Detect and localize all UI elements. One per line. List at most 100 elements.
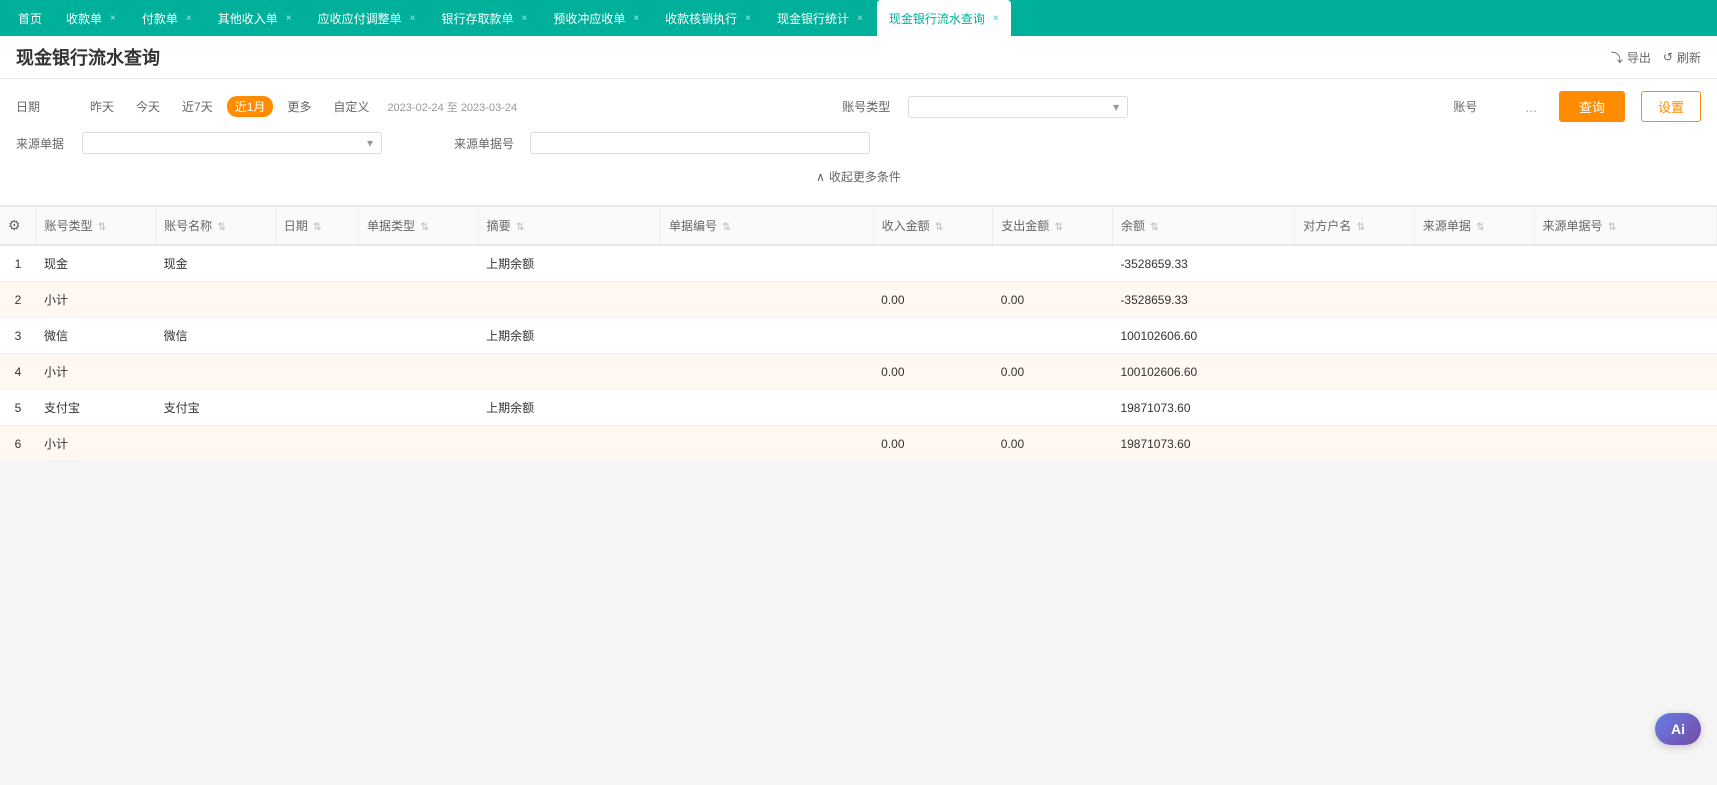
date-opt-today[interactable]: 今天 bbox=[128, 96, 168, 117]
sort-icon-11: ⇅ bbox=[1476, 222, 1484, 233]
cell-counterpart bbox=[1295, 354, 1415, 390]
cell-counterpart bbox=[1295, 390, 1415, 426]
source-doc-no-input[interactable] bbox=[530, 132, 870, 154]
th-expense[interactable]: 支出金额 ⇅ bbox=[993, 207, 1113, 246]
cell-expense bbox=[993, 318, 1113, 354]
cell-doc-type bbox=[358, 245, 478, 282]
nav-tab-1[interactable]: 付款单 × bbox=[130, 0, 204, 36]
cell-account-name bbox=[156, 282, 276, 318]
cell-source-doc-no bbox=[1534, 282, 1716, 318]
cell-source-doc-no bbox=[1534, 318, 1716, 354]
page-title: 现金银行流水查询 bbox=[16, 44, 160, 70]
date-opt-yesterday[interactable]: 昨天 bbox=[82, 96, 122, 117]
th-date[interactable]: 日期 ⇅ bbox=[275, 207, 358, 246]
nav-home[interactable]: 首页 bbox=[8, 0, 52, 36]
cell-account-name: 现金 bbox=[156, 245, 276, 282]
cell-counterpart bbox=[1295, 426, 1415, 462]
close-icon-6[interactable]: × bbox=[745, 13, 751, 24]
ai-badge[interactable]: Ai bbox=[1655, 713, 1701, 745]
account-dots[interactable]: ... bbox=[1519, 97, 1543, 117]
th-summary[interactable]: 摘要 ⇅ bbox=[478, 207, 660, 246]
close-icon-1[interactable]: × bbox=[186, 13, 192, 24]
nav-tab-3[interactable]: 应收应付调整单 × bbox=[306, 0, 428, 36]
query-button[interactable]: 查询 bbox=[1559, 91, 1625, 122]
cell-counterpart bbox=[1295, 245, 1415, 282]
th-balance[interactable]: 余额 ⇅ bbox=[1112, 207, 1294, 246]
cell-account-type: 小计 bbox=[36, 426, 156, 462]
refresh-button[interactable]: ↺ 刷新 bbox=[1663, 49, 1701, 66]
account-type-select[interactable]: ▾ bbox=[908, 96, 1128, 118]
source-doc-label: 来源单据 bbox=[16, 135, 66, 152]
cell-account-type: 小计 bbox=[36, 282, 156, 318]
cell-doc-no bbox=[660, 318, 873, 354]
th-account-type[interactable]: 账号类型 ⇅ bbox=[36, 207, 156, 246]
cell-doc-no bbox=[660, 390, 873, 426]
sort-icon-1: ⇅ bbox=[98, 222, 106, 233]
close-icon-8[interactable]: × bbox=[993, 13, 999, 24]
cell-source-doc bbox=[1414, 426, 1534, 462]
cell-source-doc-no bbox=[1534, 354, 1716, 390]
cell-counterpart bbox=[1295, 282, 1415, 318]
nav-tab-8[interactable]: 现金银行流水查询 × bbox=[877, 0, 1011, 36]
sort-icon-10: ⇅ bbox=[1357, 222, 1365, 233]
th-income[interactable]: 收入金额 ⇅ bbox=[873, 207, 993, 246]
date-opt-1month[interactable]: 近1月 bbox=[227, 96, 274, 117]
cell-income: 0.00 bbox=[873, 354, 993, 390]
th-account-name[interactable]: 账号名称 ⇅ bbox=[156, 207, 276, 246]
close-icon-7[interactable]: × bbox=[857, 13, 863, 24]
th-doc-no[interactable]: 单据编号 ⇅ bbox=[660, 207, 873, 246]
cell-account-name bbox=[156, 426, 276, 462]
th-gear[interactable]: ⚙ bbox=[0, 207, 36, 246]
th-source-doc[interactable]: 来源单据 ⇅ bbox=[1414, 207, 1534, 246]
nav-tab-5[interactable]: 预收冲应收单 × bbox=[541, 0, 651, 36]
settings-button[interactable]: 设置 bbox=[1641, 91, 1701, 122]
date-label: 日期 bbox=[16, 98, 66, 115]
cell-summary bbox=[478, 426, 660, 462]
date-opt-7days[interactable]: 近7天 bbox=[174, 96, 221, 117]
export-button[interactable]: ⤵ 导出 bbox=[1611, 49, 1651, 66]
table-body: 1现金现金上期余额-3528659.332小计0.000.00-3528659.… bbox=[0, 245, 1717, 462]
source-doc-select[interactable]: ▾ bbox=[82, 132, 382, 154]
close-icon-3[interactable]: × bbox=[410, 13, 416, 24]
cell-num: 3 bbox=[0, 318, 36, 354]
close-icon-5[interactable]: × bbox=[633, 13, 639, 24]
nav-tab-4[interactable]: 银行存取款单 × bbox=[429, 0, 539, 36]
table-header: ⚙ 账号类型 ⇅ 账号名称 ⇅ 日期 ⇅ 单据类型 ⇅ bbox=[0, 207, 1717, 246]
refresh-icon: ↺ bbox=[1663, 50, 1673, 64]
nav-tab-6[interactable]: 收款核销执行 × bbox=[653, 0, 763, 36]
date-opt-more[interactable]: 更多 bbox=[279, 96, 319, 117]
table-row: 4小计0.000.00100102606.60 bbox=[0, 354, 1717, 390]
cell-account-type: 小计 bbox=[36, 354, 156, 390]
table-row: 3微信微信上期余额100102606.60 bbox=[0, 318, 1717, 354]
cell-summary bbox=[478, 354, 660, 390]
nav-tab-0[interactable]: 收款单 × bbox=[54, 0, 128, 36]
cell-balance: 100102606.60 bbox=[1112, 354, 1294, 390]
cell-num: 5 bbox=[0, 390, 36, 426]
th-counterpart[interactable]: 对方户名 ⇅ bbox=[1295, 207, 1415, 246]
cell-doc-type bbox=[358, 426, 478, 462]
export-icon: ⤵ bbox=[1611, 49, 1623, 66]
cell-date bbox=[275, 426, 358, 462]
close-icon-0[interactable]: × bbox=[110, 13, 116, 24]
table-row: 6小计0.000.0019871073.60 bbox=[0, 426, 1717, 462]
cell-source-doc-no bbox=[1534, 390, 1716, 426]
sort-icon-5: ⇅ bbox=[516, 222, 524, 233]
close-icon-4[interactable]: × bbox=[521, 13, 527, 24]
th-doc-type[interactable]: 单据类型 ⇅ bbox=[358, 207, 478, 246]
cell-income bbox=[873, 318, 993, 354]
collapse-bar[interactable]: ∧ 收起更多条件 bbox=[16, 164, 1701, 193]
cell-summary: 上期余额 bbox=[478, 318, 660, 354]
close-icon-2[interactable]: × bbox=[286, 13, 292, 24]
cell-doc-no bbox=[660, 354, 873, 390]
cell-expense: 0.00 bbox=[993, 354, 1113, 390]
nav-tab-7[interactable]: 现金银行统计 × bbox=[765, 0, 875, 36]
cell-doc-type bbox=[358, 354, 478, 390]
cell-doc-type bbox=[358, 318, 478, 354]
th-source-doc-no[interactable]: 来源单据号 ⇅ bbox=[1534, 207, 1716, 246]
gear-icon[interactable]: ⚙ bbox=[8, 217, 21, 233]
sort-icon-6: ⇅ bbox=[722, 222, 730, 233]
nav-tab-2[interactable]: 其他收入单 × bbox=[206, 0, 304, 36]
cell-source-doc bbox=[1414, 282, 1534, 318]
filter-area: 日期 昨天 今天 近7天 近1月 更多 自定义 2023-02-24 至 202… bbox=[0, 79, 1717, 206]
date-opt-custom[interactable]: 自定义 bbox=[325, 96, 377, 117]
